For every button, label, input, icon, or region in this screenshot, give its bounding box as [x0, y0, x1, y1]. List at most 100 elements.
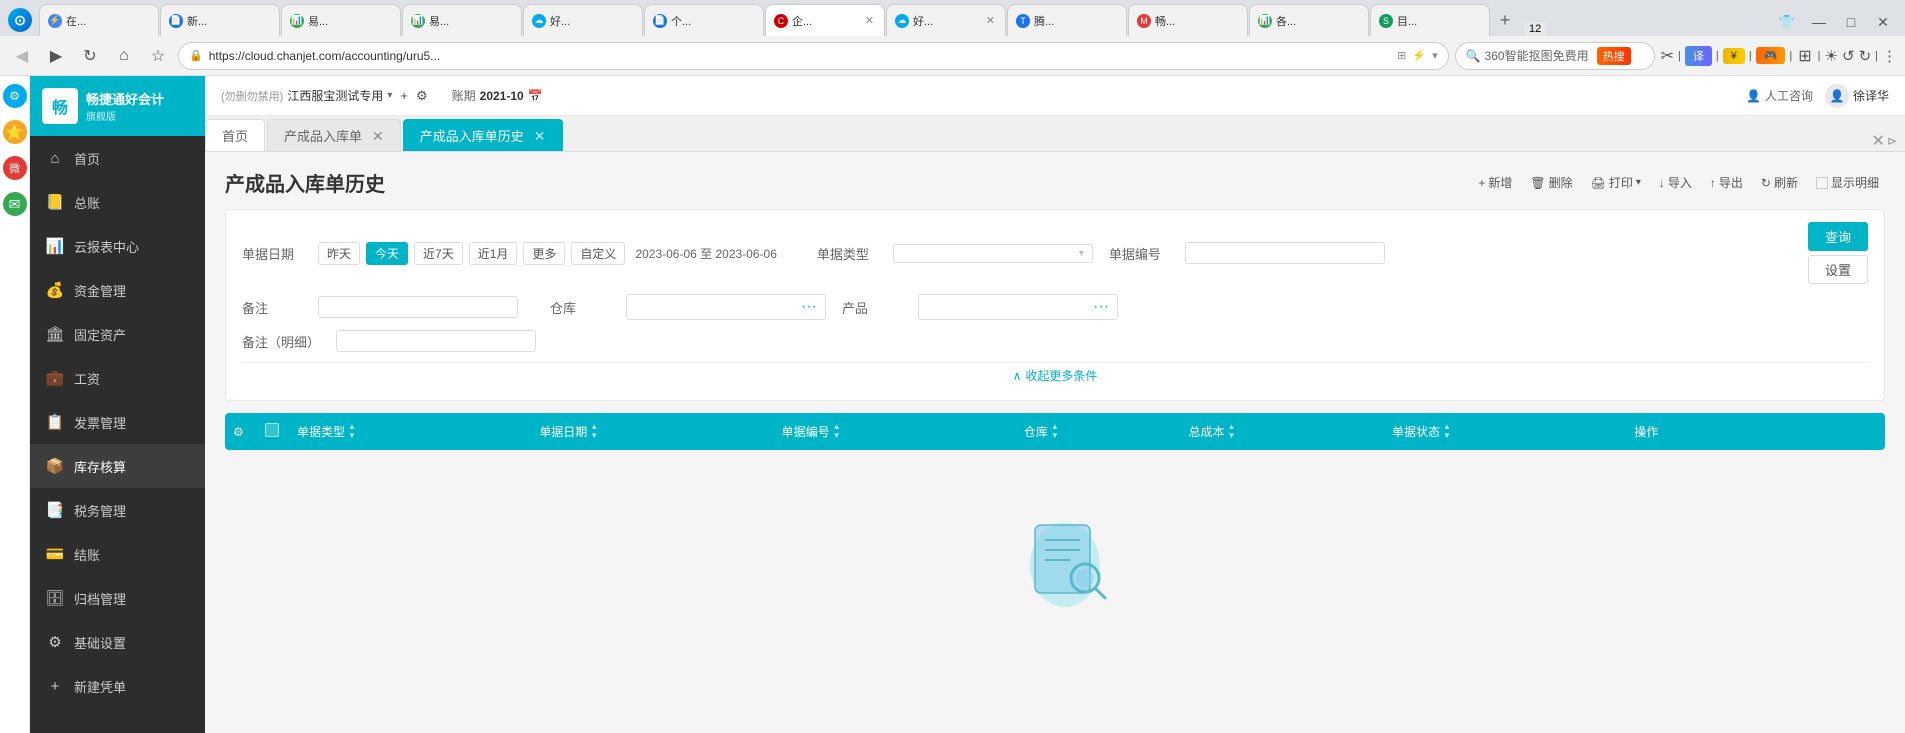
print-dropdown-icon[interactable]: ▾	[1636, 177, 1641, 188]
export-button[interactable]: ↑ 导出	[1704, 171, 1749, 194]
refresh-button[interactable]: ↻ 刷新	[1755, 171, 1804, 194]
yuan-button[interactable]: ¥	[1723, 48, 1745, 64]
page-tab-home[interactable]: 首页	[205, 119, 265, 151]
new-tab-button[interactable]: +	[1491, 6, 1519, 34]
col-total-cost[interactable]: 总成本 ▲▼	[1181, 413, 1384, 450]
right-panel-close-button[interactable]: ✕	[1872, 131, 1885, 151]
browser-tab-9[interactable]: T 腾...	[1007, 4, 1127, 36]
nav-item-payroll[interactable]: 💼 工资	[30, 356, 205, 400]
close-button[interactable]: ✕	[1869, 8, 1897, 36]
nav-item-settings[interactable]: ⚙ 基础设置	[30, 620, 205, 664]
nav-item-archive[interactable]: 🗄 归档管理	[30, 576, 205, 620]
browser-tab-11[interactable]: 📊 各...	[1249, 4, 1369, 36]
calendar-icon[interactable]: 📅	[528, 89, 543, 103]
url-dropdown-icon[interactable]: ▾	[1432, 49, 1438, 62]
delete-button[interactable]: 🗑 删除	[1524, 171, 1578, 194]
tab-8-close[interactable]: ✕	[984, 13, 997, 28]
panel-chevron-icon[interactable]: ⊳	[1887, 134, 1897, 148]
header-checkbox[interactable]	[265, 423, 279, 437]
user-service-button[interactable]: 👤 人工咨询	[1746, 87, 1813, 104]
nav-item-invoice[interactable]: 📋 发票管理	[30, 400, 205, 444]
back-button[interactable]: ◀	[8, 42, 36, 70]
query-button[interactable]: 查询	[1808, 222, 1868, 251]
add-company-button[interactable]: +	[400, 88, 408, 103]
col-doc-date[interactable]: 单据日期 ▲▼	[531, 413, 773, 450]
filter-setting-button[interactable]: 设置	[1808, 255, 1868, 284]
product-selector[interactable]: ···	[918, 294, 1118, 320]
col-checkbox[interactable]	[257, 413, 289, 450]
translate-button[interactable]: 译	[1685, 46, 1712, 66]
date-week-btn[interactable]: 近7天	[414, 242, 463, 265]
rotate-right-button[interactable]: ↻	[1859, 47, 1872, 65]
nav-item-tax[interactable]: 📑 税务管理	[30, 488, 205, 532]
remark-input[interactable]	[318, 296, 518, 318]
browser-tab-8-active[interactable]: C 企... ✕	[765, 4, 885, 36]
nav-item-ledger[interactable]: 📒 总账	[30, 180, 205, 224]
browser-tab-5[interactable]: ☁ 好...	[523, 4, 643, 36]
game-button[interactable]: 🎮	[1756, 47, 1786, 64]
browser-tab-3[interactable]: 📊 易...	[281, 4, 401, 36]
tab-7-close[interactable]: ✕	[863, 13, 876, 28]
nav-item-home[interactable]: ⌂ 首页	[30, 136, 205, 180]
scissors-icon[interactable]: ✂	[1661, 46, 1674, 66]
col-warehouse[interactable]: 仓库 ▲▼	[1016, 413, 1181, 450]
add-button[interactable]: + 新增	[1472, 171, 1518, 194]
browser-menu-button[interactable]: ⋮	[1882, 47, 1897, 65]
forward-button[interactable]: ▶	[42, 42, 70, 70]
col-settings[interactable]: ⚙	[225, 413, 257, 450]
browser-tab-12[interactable]: S 目...	[1370, 4, 1490, 36]
browser-tab-4[interactable]: 📊 易...	[402, 4, 522, 36]
nav-item-inventory[interactable]: 📦 库存核算	[30, 444, 205, 488]
date-more-btn[interactable]: 更多	[523, 242, 565, 265]
app-icon-star[interactable]: ⭐	[3, 120, 27, 144]
app-icon-360[interactable]: ⚙	[3, 84, 27, 108]
date-custom-btn[interactable]: 自定义	[571, 242, 625, 265]
nav-item-settlement[interactable]: 💳 结账	[30, 532, 205, 576]
app-icon-weibo[interactable]: 微	[3, 156, 27, 180]
url-menu-icon[interactable]: ⊞	[1397, 49, 1406, 62]
page-tab-history[interactable]: 产成品入库单历史 ✕	[403, 119, 563, 151]
product-dots-icon[interactable]: ···	[1093, 298, 1109, 316]
maximize-button[interactable]: □	[1837, 8, 1865, 36]
nav-item-fixed-assets[interactable]: 🏛 固定资产	[30, 312, 205, 356]
tab-list-close[interactable]: ✕	[372, 128, 384, 145]
date-today-btn[interactable]: 今天	[366, 242, 408, 265]
col-doc-type[interactable]: 单据类型 ▲▼	[289, 413, 531, 450]
date-month-btn[interactable]: 近1月	[469, 242, 518, 265]
search-box[interactable]: 🔍 360智能抠图免费用 热搜	[1455, 42, 1655, 70]
company-settings-button[interactable]: ⚙	[416, 88, 428, 104]
show-cols-button[interactable]: 显示明细	[1810, 171, 1885, 194]
col-settings-icon[interactable]: ⚙	[233, 425, 244, 439]
grid-button[interactable]: ⊞	[1796, 44, 1813, 68]
url-lightning-icon[interactable]: ⚡	[1412, 49, 1426, 62]
import-button[interactable]: ↓ 导入	[1653, 171, 1698, 194]
doc-no-input[interactable]	[1185, 242, 1385, 264]
tab-history-close[interactable]: ✕	[534, 128, 546, 145]
print-button[interactable]: 🖨 打印 ▾	[1585, 171, 1647, 194]
app-icon-mail[interactable]: ✉	[3, 192, 27, 216]
brightness-button[interactable]: ☀	[1825, 47, 1838, 65]
doc-type-selector[interactable]: ▾	[893, 244, 1093, 263]
nav-item-funds[interactable]: 💰 资金管理	[30, 268, 205, 312]
browser-tab-10[interactable]: M 畅...	[1128, 4, 1248, 36]
nav-item-new-entry[interactable]: + 新建凭单	[30, 664, 205, 708]
browser-tab-8[interactable]: ☁ 好... ✕	[886, 4, 1006, 36]
browser-tab-1[interactable]: ⚡ 在...	[39, 4, 159, 36]
col-doc-status[interactable]: 单据状态 ▲▼	[1384, 413, 1626, 450]
browser-tab-6[interactable]: 📄 个...	[644, 4, 764, 36]
detail-remark-input[interactable]	[336, 330, 536, 352]
refresh-button[interactable]: ↻	[76, 42, 104, 70]
col-doc-no[interactable]: 单据编号 ▲▼	[774, 413, 1016, 450]
browser-tab-2[interactable]: 📄 新...	[160, 4, 280, 36]
nav-item-reports[interactable]: 📊 云报表中心	[30, 224, 205, 268]
minimize-button[interactable]: —	[1805, 8, 1833, 36]
warehouse-selector[interactable]: ···	[626, 294, 826, 320]
warehouse-dots-icon[interactable]: ···	[801, 298, 817, 316]
date-yesterday-btn[interactable]: 昨天	[318, 242, 360, 265]
page-tab-list[interactable]: 产成品入库单 ✕	[267, 119, 401, 151]
rotate-left-button[interactable]: ↺	[1842, 47, 1855, 65]
company-selector[interactable]: (勿删勿禁用) 江西服宝测试专用 ▾	[221, 87, 392, 104]
shirt-icon[interactable]: 👕	[1773, 8, 1801, 36]
url-bar[interactable]: 🔒 https://cloud.chanjet.com/accounting/u…	[178, 42, 1449, 70]
bookmark-button[interactable]: ☆	[144, 42, 172, 70]
